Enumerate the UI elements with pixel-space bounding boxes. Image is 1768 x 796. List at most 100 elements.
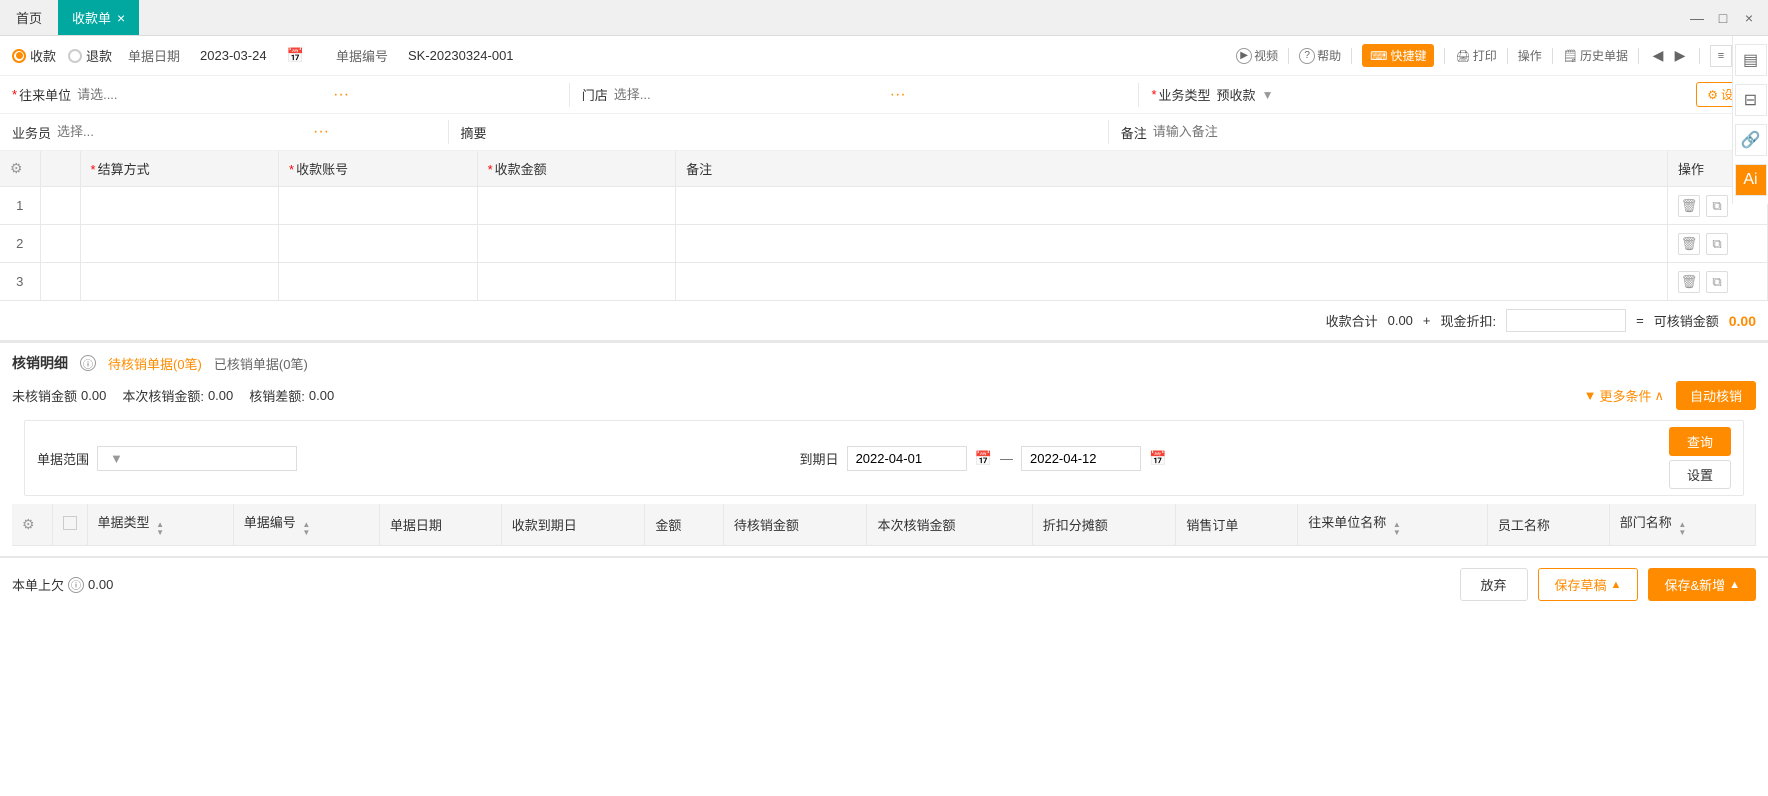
row-1-payment[interactable] <box>80 187 279 225</box>
staff-field-group: 业务员 ··· <box>12 121 436 143</box>
date-to-calendar-icon[interactable]: 📅 <box>1149 450 1166 467</box>
bill-type-sort[interactable]: ▲▼ <box>156 521 164 537</box>
customer-name-sort[interactable]: ▲▼ <box>1393 521 1401 537</box>
bill-date-label: 单据日期 <box>128 46 180 65</box>
window-close[interactable]: × <box>1740 9 1758 27</box>
range-select[interactable]: ▼ <box>97 446 297 471</box>
operation-link[interactable]: 操作 <box>1518 47 1542 64</box>
row-2-actions: 🗑 ⧉ <box>1668 225 1768 263</box>
save-new-button[interactable]: 保存&新增 ▲ <box>1648 568 1756 601</box>
page-nav: ◀ ▶ <box>1649 47 1689 65</box>
row-2-delete-icon[interactable]: 🗑 <box>1678 233 1700 255</box>
table-area: ⚙ *结算方式 *收款账号 *收款金额 备注 操作 <box>0 151 1768 301</box>
table-gear-header[interactable]: ⚙ <box>0 151 40 187</box>
row-1-delete-icon[interactable]: 🗑 <box>1678 195 1700 217</box>
summary-input[interactable] <box>487 121 887 143</box>
tab-home[interactable]: 首页 <box>0 0 58 35</box>
row-3-copy-icon[interactable]: ⧉ <box>1706 271 1728 293</box>
discount-input[interactable] <box>1506 309 1626 332</box>
tab-receipt[interactable]: 收款单 × <box>58 0 139 35</box>
query-settings-col: 查询 设置 <box>1669 427 1731 489</box>
bottom-bar: 本单上欠 ⓘ 0.00 放弃 保存草稿 ▲ 保存&新增 ▲ <box>0 557 1768 611</box>
save-draft-button[interactable]: 保存草稿 ▲ <box>1538 568 1639 601</box>
table-row: 3 🗑 ⧉ <box>0 263 1768 301</box>
row-3-note[interactable] <box>676 263 1668 301</box>
radio-refund[interactable]: 退款 <box>68 46 112 65</box>
auto-verify-btn[interactable]: 自动核销 <box>1676 381 1756 410</box>
staff-more-btn[interactable]: ··· <box>313 123 329 141</box>
window-minimize[interactable]: — <box>1688 9 1706 27</box>
date-range-container: 单据范围 ▼ 到期日 📅 — 📅 查询 设置 <box>24 420 1744 496</box>
date-from-input[interactable] <box>847 446 967 471</box>
row-1-account[interactable] <box>279 187 478 225</box>
row-3-amount[interactable] <box>477 263 676 301</box>
video-link[interactable]: ▶ 视频 <box>1236 47 1278 64</box>
select-all-checkbox[interactable] <box>63 516 77 530</box>
row-1-copy-icon[interactable]: ⧉ <box>1706 195 1728 217</box>
payment-method-header: *结算方式 <box>80 151 279 187</box>
more-conditions-btn[interactable]: ▼ 更多条件 ∧ <box>1584 386 1664 405</box>
bill-date-header: 单据日期 <box>379 504 501 546</box>
bottom-gear-header[interactable]: ⚙ <box>12 504 52 546</box>
current-verify-stat: 本次核销金额: 0.00 <box>122 386 233 405</box>
bill-number-sort[interactable]: ▲▼ <box>302 521 310 537</box>
bottom-checkbox-header[interactable] <box>52 504 87 546</box>
row-2-account[interactable] <box>279 225 478 263</box>
sidebar-table-icon[interactable]: ▤ <box>1735 44 1767 76</box>
history-link[interactable]: 🗒 历史单据 <box>1563 47 1628 64</box>
discard-button[interactable]: 放弃 <box>1460 568 1528 601</box>
note-input[interactable] <box>1147 121 1756 143</box>
sidebar-list-icon[interactable]: ⊟ <box>1735 84 1767 116</box>
row-1-amount[interactable] <box>477 187 676 225</box>
next-page-btn[interactable]: ▶ <box>1671 47 1689 65</box>
row-2-payment[interactable] <box>80 225 279 263</box>
shortcut-btn[interactable]: ⌨ 快捷键 <box>1362 44 1434 67</box>
customer-more-btn[interactable]: ··· <box>333 86 349 104</box>
radio-receipt[interactable]: 收款 <box>12 46 56 65</box>
customer-input[interactable] <box>71 84 331 106</box>
this-bill-info-icon[interactable]: ⓘ <box>68 577 84 593</box>
query-btn[interactable]: 查询 <box>1669 427 1731 456</box>
staff-input[interactable] <box>51 121 311 143</box>
row-3-delete-icon[interactable]: 🗑 <box>1678 271 1700 293</box>
table-header: ⚙ *结算方式 *收款账号 *收款金额 备注 操作 <box>0 151 1768 187</box>
save-new-arrow-icon: ▲ <box>1729 579 1740 591</box>
row-3-num: 3 <box>0 263 40 301</box>
date-to-input[interactable] <box>1021 446 1141 471</box>
prev-page-btn[interactable]: ◀ <box>1649 47 1667 65</box>
help-link[interactable]: ? 帮助 <box>1299 47 1341 64</box>
row-1-note[interactable] <box>676 187 1668 225</box>
sales-order-header: 销售订单 <box>1176 504 1298 546</box>
store-input[interactable] <box>608 84 888 106</box>
layout-list-icon[interactable]: ≡ <box>1710 45 1732 67</box>
row-2-note[interactable] <box>676 225 1668 263</box>
tab-close[interactable]: × <box>117 10 125 26</box>
bill-number-label: 单据编号 <box>336 46 388 65</box>
sidebar-ai-icon[interactable]: Ai <box>1735 164 1767 196</box>
store-more-btn[interactable]: ··· <box>890 86 906 104</box>
divider6 <box>1638 48 1639 64</box>
dept-name-header: 部门名称 ▲▼ <box>1609 504 1755 546</box>
print-link[interactable]: 🖨 打印 <box>1455 47 1496 64</box>
completed-tab[interactable]: 已核销单据(0笔) <box>214 354 308 373</box>
bottom-info: 本单上欠 ⓘ 0.00 <box>12 575 113 594</box>
row-2-copy-icon[interactable]: ⧉ <box>1706 233 1728 255</box>
bill-number-header: 单据编号 ▲▼ <box>233 504 379 546</box>
equals-sign: = <box>1636 313 1644 328</box>
business-type-select[interactable]: 预收款 ▼ <box>1217 85 1274 104</box>
row-2-amount[interactable] <box>477 225 676 263</box>
dept-name-sort[interactable]: ▲▼ <box>1678 521 1686 537</box>
row-3-payment[interactable] <box>80 263 279 301</box>
row-3-account[interactable] <box>279 263 478 301</box>
row-1-empty1 <box>40 187 80 225</box>
diff-label: 核销差额: <box>249 386 305 405</box>
bill-date-calendar-icon[interactable]: 📅 <box>287 47 304 64</box>
pending-tab[interactable]: 待核销单据(0笔) <box>108 354 202 373</box>
verify-stats: 未核销金额 0.00 本次核销金额: 0.00 核销差额: 0.00 ▼ 更多条… <box>12 381 1756 410</box>
verify-info-icon[interactable]: ⓘ <box>80 355 96 371</box>
window-maximize[interactable]: □ <box>1714 9 1732 27</box>
sidebar-link-icon[interactable]: 🔗 <box>1735 124 1767 156</box>
form-fields-row2: 业务员 ··· 摘要 备注 <box>0 114 1768 151</box>
settings-btn-sm[interactable]: 设置 <box>1669 460 1731 489</box>
date-from-calendar-icon[interactable]: 📅 <box>975 450 992 467</box>
